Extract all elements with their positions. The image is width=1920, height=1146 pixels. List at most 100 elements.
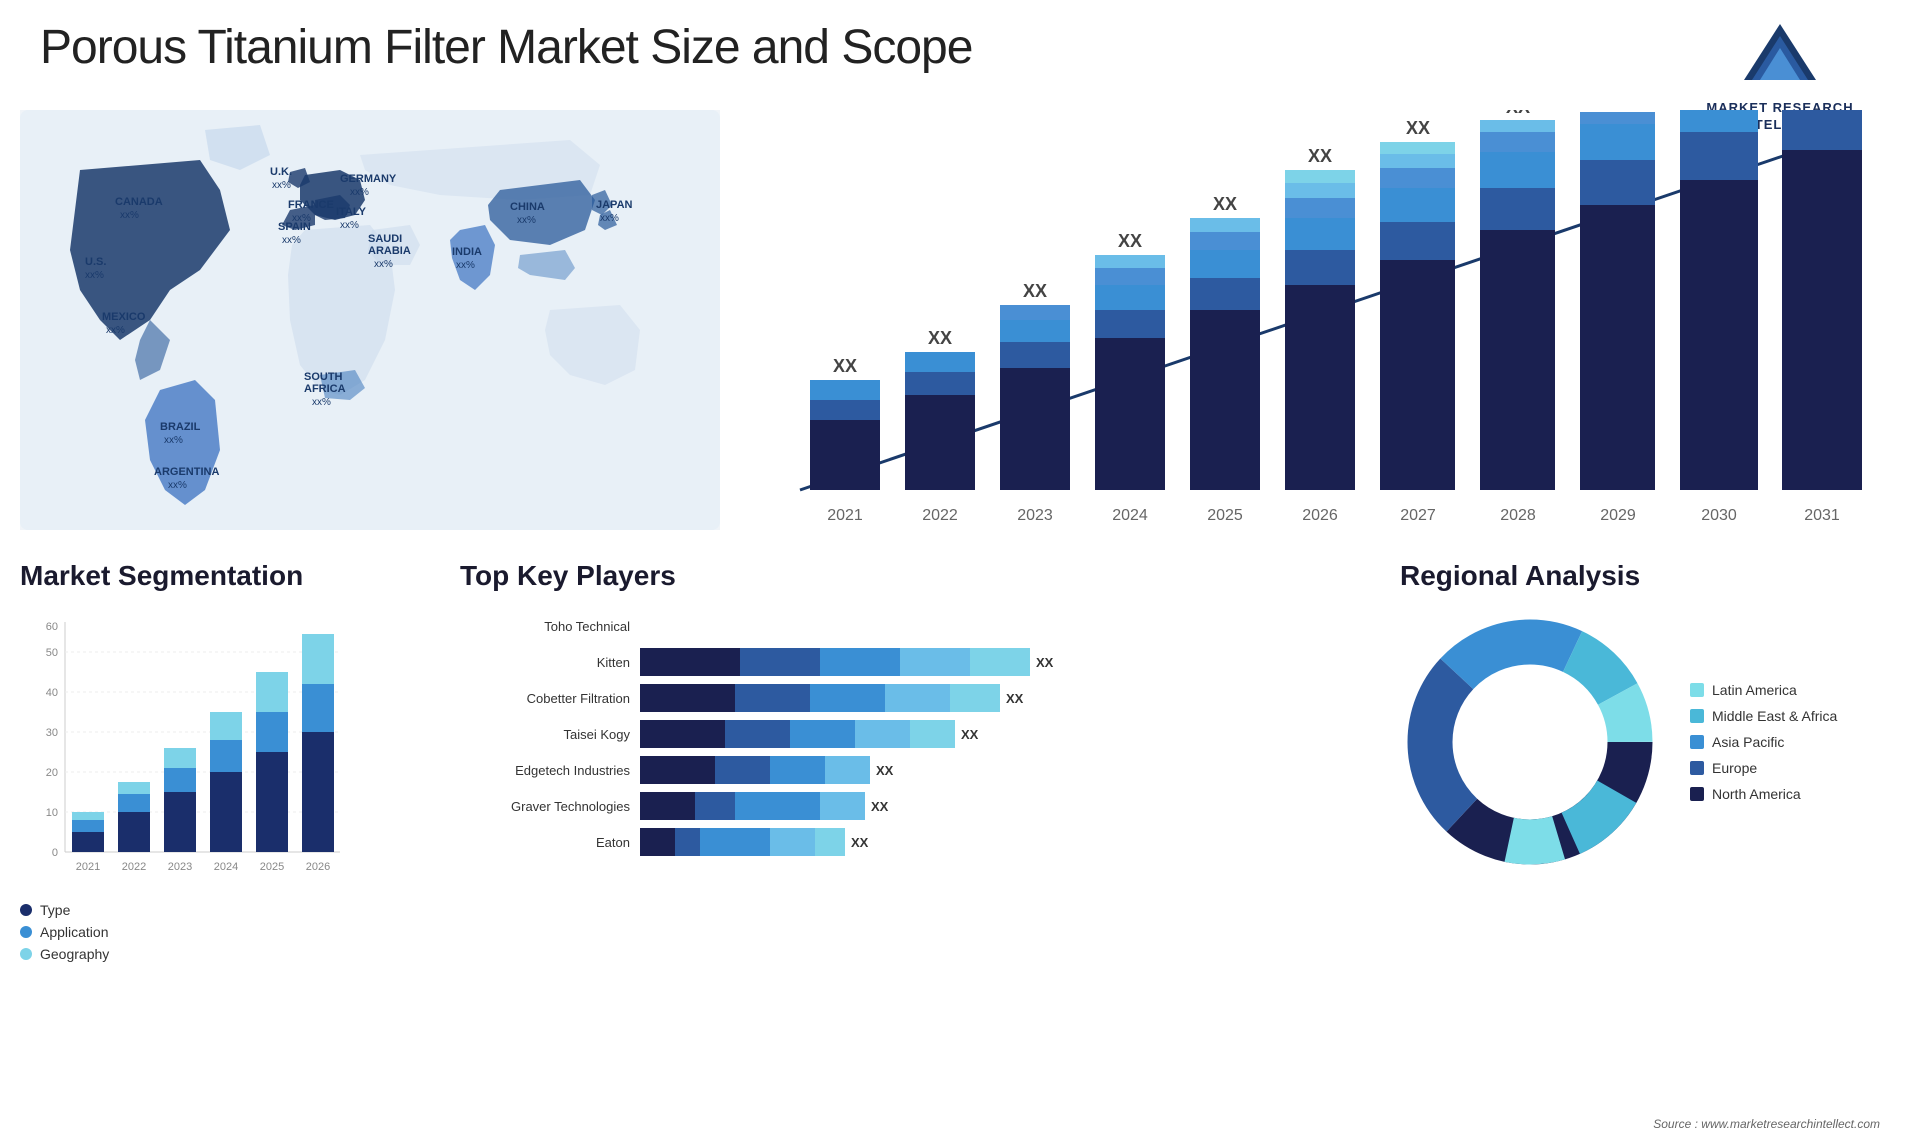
bar-seg-light — [885, 684, 950, 712]
players-list: Toho Technical Kitten XX — [460, 612, 1400, 856]
svg-text:XX: XX — [1213, 194, 1237, 214]
svg-text:2025: 2025 — [1207, 507, 1243, 524]
china-pct: xx% — [517, 215, 536, 226]
svg-text:2022: 2022 — [122, 861, 146, 873]
us-label: U.S. — [85, 256, 106, 268]
player-eaton-val: XX — [851, 835, 868, 850]
svg-text:2023: 2023 — [1017, 507, 1053, 524]
svg-text:30: 30 — [46, 727, 58, 739]
brazil-label: BRAZIL — [160, 421, 201, 433]
player-cobetter: Cobetter Filtration XX — [460, 684, 1400, 712]
map-section: CANADA xx% U.S. xx% MEXICO xx% BRAZIL xx… — [20, 110, 720, 540]
svg-text:2029: 2029 — [1600, 507, 1636, 524]
north-america-color — [1690, 787, 1704, 801]
bar-seg-dark — [640, 648, 740, 676]
bar-seg-light — [825, 756, 870, 784]
southafrica-label2: AFRICA — [304, 383, 346, 395]
bar-seg-blue — [770, 756, 825, 784]
canada-pct: xx% — [120, 210, 139, 221]
player-taisei-name: Taisei Kogy — [460, 727, 630, 742]
svg-text:2030: 2030 — [1701, 507, 1737, 524]
top-players-section: Top Key Players Toho Technical Kitten — [400, 560, 1400, 1120]
asia-pacific-color — [1690, 735, 1704, 749]
legend-geography: Geography — [20, 946, 400, 962]
application-dot — [20, 926, 32, 938]
svg-text:XX: XX — [1118, 231, 1142, 251]
donut-legend: Latin America Middle East & Africa Asia … — [1690, 682, 1837, 802]
player-taisei-val: XX — [961, 727, 978, 742]
player-cobetter-val: XX — [1006, 691, 1023, 706]
saudi-label2: ARABIA — [368, 245, 411, 257]
bar-seg-navy — [695, 792, 735, 820]
player-graver-bar: XX — [640, 792, 1400, 820]
bar-seg-dark — [640, 828, 675, 856]
player-graver-name: Graver Technologies — [460, 799, 630, 814]
seg-legend: Type Application Geography — [20, 902, 400, 962]
japan-label: JAPAN — [596, 199, 633, 211]
svg-text:0: 0 — [52, 847, 58, 859]
seg-chart-container: 0 10 20 30 40 50 60 2021 2022 2023 2024 — [20, 612, 400, 892]
regional-section: Regional Analysis Latin America — [1400, 560, 1900, 1120]
player-eaton-bar: XX — [640, 828, 1400, 856]
svg-text:20: 20 — [46, 767, 58, 779]
player-toho-bar — [640, 612, 1400, 640]
saudi-pct: xx% — [374, 259, 393, 270]
player-kitten-val: XX — [1036, 655, 1053, 670]
svg-text:XX: XX — [833, 356, 857, 376]
geography-dot — [20, 948, 32, 960]
china-label: CHINA — [510, 201, 545, 213]
india-pct: xx% — [456, 260, 475, 271]
italy-pct: xx% — [340, 220, 359, 231]
bar-seg-teal — [970, 648, 1030, 676]
svg-text:XX: XX — [1023, 281, 1047, 301]
bar-seg-dark — [640, 756, 715, 784]
player-kitten-bar: XX — [640, 648, 1400, 676]
bar-seg-blue — [820, 648, 900, 676]
svg-text:XX: XX — [1308, 146, 1332, 166]
player-edgetech-val: XX — [876, 763, 893, 778]
svg-text:2024: 2024 — [1112, 507, 1148, 524]
bar-seg-navy — [725, 720, 790, 748]
player-kitten-bar-segs — [640, 648, 1030, 676]
argentina-pct: xx% — [168, 480, 187, 491]
bar-seg-blue — [810, 684, 885, 712]
player-graver-bar-segs — [640, 792, 865, 820]
player-taisei: Taisei Kogy XX — [460, 720, 1400, 748]
bar-seg-teal — [950, 684, 1000, 712]
spain-label: SPAIN — [278, 221, 311, 233]
donut-container: Latin America Middle East & Africa Asia … — [1400, 612, 1900, 872]
bar-seg-light — [855, 720, 910, 748]
bar-seg-dark — [640, 684, 735, 712]
us-pct: xx% — [85, 270, 104, 281]
mexico-pct: xx% — [106, 325, 125, 336]
market-segmentation-section: Market Segmentation 0 10 20 30 40 50 60 — [20, 560, 400, 1120]
bar-seg-blue — [700, 828, 770, 856]
bar-chart-section: XX 2021 XX 2022 XX 2023 XX 2024 XX 2025 — [720, 110, 1900, 540]
player-toho: Toho Technical — [460, 612, 1400, 640]
india-label: INDIA — [452, 246, 482, 258]
svg-text:XX: XX — [1506, 110, 1530, 117]
legend-type-label: Type — [40, 902, 70, 918]
bottom-area: Market Segmentation 0 10 20 30 40 50 60 — [20, 560, 1900, 1120]
svg-text:2022: 2022 — [922, 507, 958, 524]
svg-text:2021: 2021 — [827, 507, 863, 524]
japan-pct: xx% — [600, 213, 619, 224]
legend-application: Application — [20, 924, 400, 940]
bar-seg-blue — [735, 792, 820, 820]
argentina-label: ARGENTINA — [154, 466, 219, 478]
svg-text:XX: XX — [1406, 118, 1430, 138]
regional-title: Regional Analysis — [1400, 560, 1900, 592]
player-edgetech: Edgetech Industries XX — [460, 756, 1400, 784]
bar-seg-teal — [815, 828, 845, 856]
svg-text:2031: 2031 — [1804, 507, 1840, 524]
bar-seg-light — [820, 792, 865, 820]
legend-geography-label: Geography — [40, 946, 109, 962]
player-kitten-name: Kitten — [460, 655, 630, 670]
market-seg-title: Market Segmentation — [20, 560, 400, 592]
legend-europe: Europe — [1690, 760, 1837, 776]
bar-seg-blue — [790, 720, 855, 748]
svg-text:50: 50 — [46, 647, 58, 659]
player-kitten: Kitten XX — [460, 648, 1400, 676]
player-graver: Graver Technologies XX — [460, 792, 1400, 820]
north-america-label: North America — [1712, 786, 1801, 802]
